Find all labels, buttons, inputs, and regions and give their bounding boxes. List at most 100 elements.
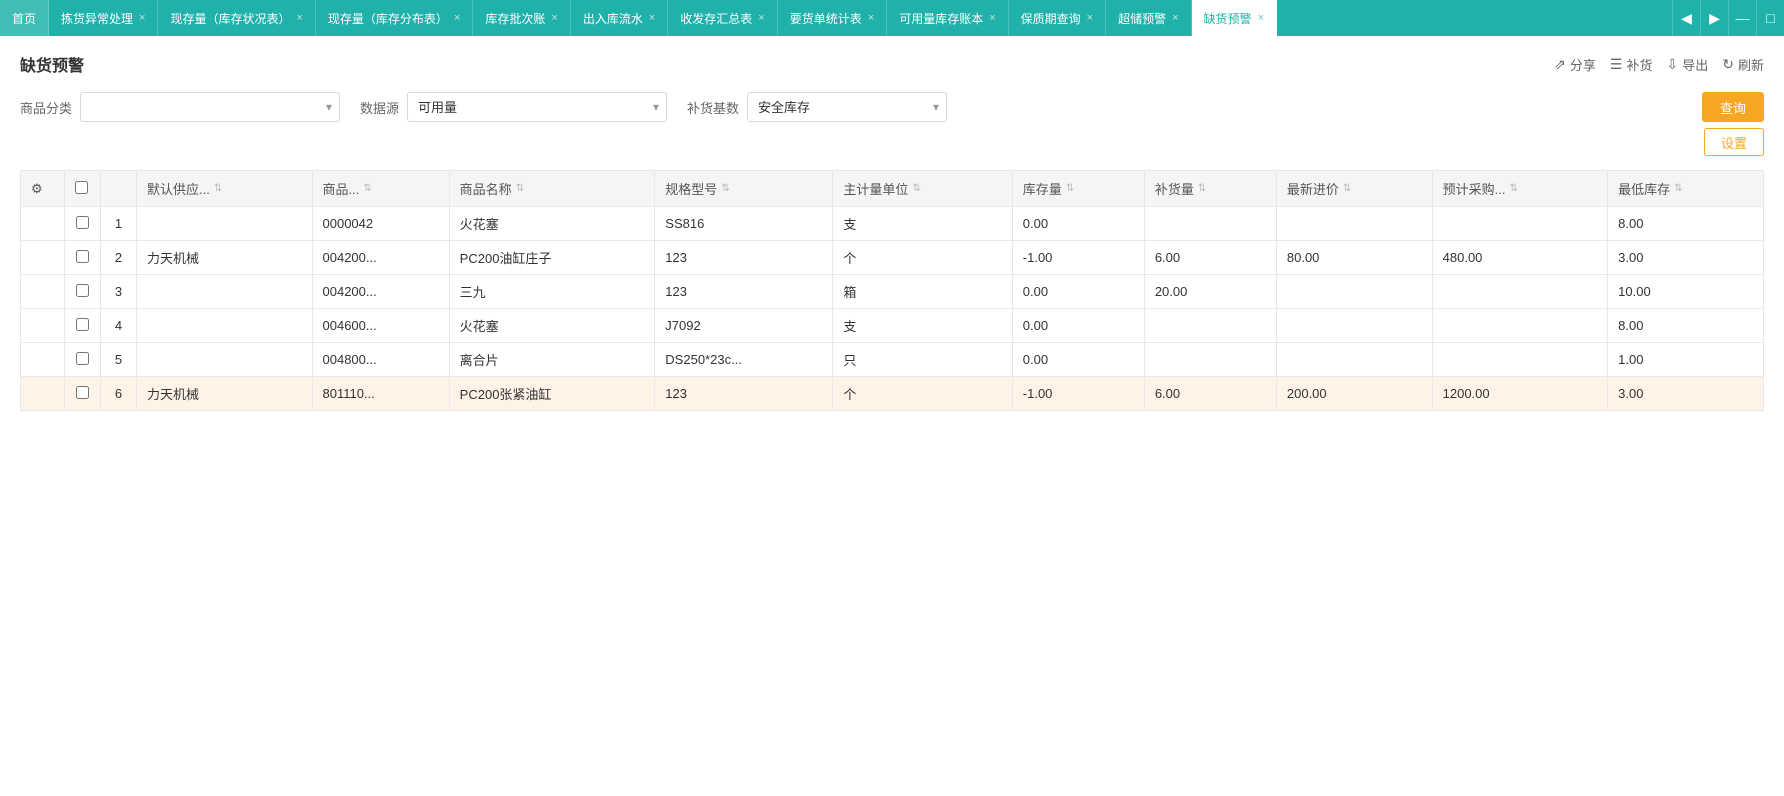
row-est-purchase-6: 1200.00 <box>1432 377 1608 411</box>
tab-next-btn[interactable]: ▶ <box>1700 0 1728 36</box>
row-num-6: 6 <box>101 377 137 411</box>
row-min-stock-5: 1.00 <box>1608 343 1764 377</box>
refresh-button[interactable]: ↻ 刷新 <box>1722 55 1764 74</box>
row-min-stock-6: 3.00 <box>1608 377 1764 411</box>
tab-prev-btn[interactable]: ◀ <box>1672 0 1700 36</box>
filter-actions: 查询 设置 <box>1702 92 1764 156</box>
col-header-product-name[interactable]: 商品名称 ⇅ <box>449 171 655 207</box>
query-button[interactable]: 查询 <box>1702 92 1764 122</box>
tab-close-batch-account[interactable]: × <box>551 12 557 24</box>
select-all-checkbox[interactable] <box>75 181 88 194</box>
col-header-est-purchase[interactable]: 预计采购... ⇅ <box>1432 171 1608 207</box>
col-header-unit[interactable]: 主计量单位 ⇅ <box>833 171 1012 207</box>
category-label: 商品分类 <box>20 98 72 117</box>
tab-receive-summary[interactable]: 收发存汇总表 × <box>668 0 777 36</box>
tab-home[interactable]: 首页 <box>0 0 49 36</box>
row-product-code-5: 004800... <box>312 343 449 377</box>
row-supplier-4 <box>137 309 313 343</box>
row-spec-4: J7092 <box>655 309 833 343</box>
replenish-base-label: 补货基数 <box>687 98 739 117</box>
row-unit-3: 箱 <box>833 275 1012 309</box>
header-actions: ⇗ 分享 ☰ 补货 ⇩ 导出 ↻ 刷新 <box>1554 55 1764 74</box>
tab-close-receive-summary[interactable]: × <box>758 12 764 24</box>
tab-exception[interactable]: 拣货异常处理× <box>49 0 158 36</box>
col-header-product-code[interactable]: 商品... ⇅ <box>312 171 449 207</box>
row-latest-price-5 <box>1276 343 1432 377</box>
col-header-latest-price[interactable]: 最新进价 ⇅ <box>1276 171 1432 207</box>
row-checkbox-1[interactable] <box>76 216 89 229</box>
tab-minimize-btn[interactable]: — <box>1728 0 1756 36</box>
datasource-select-wrapper: 可用量 库存量 <box>407 92 667 122</box>
row-checkbox-6[interactable] <box>76 386 89 399</box>
category-filter-group: 商品分类 <box>20 92 340 122</box>
refresh-icon: ↻ <box>1722 56 1734 73</box>
tab-close-inventory-dist[interactable]: × <box>454 12 460 24</box>
tab-label-receive-summary: 收发存汇总表 <box>680 10 752 27</box>
replenish-icon: ☰ <box>1610 56 1623 73</box>
row-spec-5: DS250*23c... <box>655 343 833 377</box>
export-button[interactable]: ⇩ 导出 <box>1667 55 1709 74</box>
col-header-num <box>101 171 137 207</box>
row-checkbox-cell <box>65 309 101 343</box>
tab-maximize-btn[interactable]: □ <box>1756 0 1784 36</box>
table-row: 5 004800... 离合片 DS250*23c... 只 0.00 1.00 <box>21 343 1764 377</box>
row-checkbox-5[interactable] <box>76 352 89 365</box>
row-stock-3: 0.00 <box>1012 275 1144 309</box>
tab-inventory-dist[interactable]: 现存量（库存分布表）× <box>316 0 473 36</box>
tab-demand-stat[interactable]: 要货单统计表× <box>778 0 887 36</box>
tab-inventory-status[interactable]: 现存量（库存状况表）× <box>158 0 315 36</box>
row-product-code-1: 0000042 <box>312 207 449 241</box>
page-header: 缺货预警 ⇗ 分享 ☰ 补货 ⇩ 导出 ↻ 刷新 <box>20 52 1764 76</box>
row-est-purchase-2: 480.00 <box>1432 241 1608 275</box>
sort-est-purchase-icon: ⇅ <box>1509 183 1517 194</box>
row-checkbox-cell <box>65 275 101 309</box>
row-product-name-5: 离合片 <box>449 343 655 377</box>
tab-close-expiry-query[interactable]: × <box>1087 12 1093 24</box>
col-header-stock[interactable]: 库存量 ⇅ <box>1012 171 1144 207</box>
tab-expiry-query[interactable]: 保质期查询× <box>1009 0 1106 36</box>
tab-inout-flow[interactable]: 出入库流水× <box>571 0 668 36</box>
datasource-label: 数据源 <box>360 98 399 117</box>
datasource-select[interactable]: 可用量 库存量 <box>407 92 667 122</box>
replenish-base-select[interactable]: 安全库存 最低库存 <box>747 92 947 122</box>
tab-close-shortage[interactable]: × <box>1258 12 1264 24</box>
tab-batch-account[interactable]: 库存批次账× <box>473 0 570 36</box>
tab-available-ledger[interactable]: 可用量库存账本× <box>887 0 1008 36</box>
col-header-min-stock[interactable]: 最低库存 ⇅ <box>1608 171 1764 207</box>
col-header-gear[interactable]: ⚙ <box>21 171 65 207</box>
row-gear-cell <box>21 343 65 377</box>
tab-close-demand-stat[interactable]: × <box>868 12 874 24</box>
col-header-replenish-qty[interactable]: 补货量 ⇅ <box>1144 171 1276 207</box>
category-select[interactable] <box>80 92 340 122</box>
sort-product-code-icon: ⇅ <box>363 183 371 194</box>
table-row: 6 力天机械 801110... PC200张紧油缸 123 个 -1.00 6… <box>21 377 1764 411</box>
row-spec-3: 123 <box>655 275 833 309</box>
row-latest-price-3 <box>1276 275 1432 309</box>
settings-button[interactable]: 设置 <box>1704 128 1764 156</box>
tab-close-overstock[interactable]: × <box>1172 12 1178 24</box>
tab-close-inventory-status[interactable]: × <box>296 12 302 24</box>
share-button[interactable]: ⇗ 分享 <box>1554 55 1596 74</box>
row-latest-price-6: 200.00 <box>1276 377 1432 411</box>
col-header-supplier[interactable]: 默认供应... ⇅ <box>137 171 313 207</box>
table-row: 2 力天机械 004200... PC200油缸庄子 123 个 -1.00 6… <box>21 241 1764 275</box>
replenish-button[interactable]: ☰ 补货 <box>1610 55 1653 74</box>
tab-overstock[interactable]: 超储预警× <box>1106 0 1191 36</box>
sort-replenish-qty-icon: ⇅ <box>1198 183 1206 194</box>
table-body: 1 0000042 火花塞 SS816 支 0.00 8.00 2 力天机械 0… <box>21 207 1764 411</box>
row-est-purchase-4 <box>1432 309 1608 343</box>
row-product-code-3: 004200... <box>312 275 449 309</box>
tab-bar: 首页拣货异常处理×现存量（库存状况表）×现存量（库存分布表）×库存批次账×出入库… <box>0 0 1784 36</box>
row-checkbox-4[interactable] <box>76 318 89 331</box>
tab-shortage[interactable]: 缺货预警× <box>1192 0 1277 36</box>
gear-icon[interactable]: ⚙ <box>31 181 43 196</box>
tab-close-exception[interactable]: × <box>139 12 145 24</box>
sort-spec-icon: ⇅ <box>721 183 729 194</box>
col-header-spec[interactable]: 规格型号 ⇅ <box>655 171 833 207</box>
row-checkbox-3[interactable] <box>76 284 89 297</box>
row-supplier-6: 力天机械 <box>137 377 313 411</box>
tab-close-inout-flow[interactable]: × <box>649 12 655 24</box>
tab-close-available-ledger[interactable]: × <box>989 12 995 24</box>
row-checkbox-2[interactable] <box>76 250 89 263</box>
row-spec-1: SS816 <box>655 207 833 241</box>
